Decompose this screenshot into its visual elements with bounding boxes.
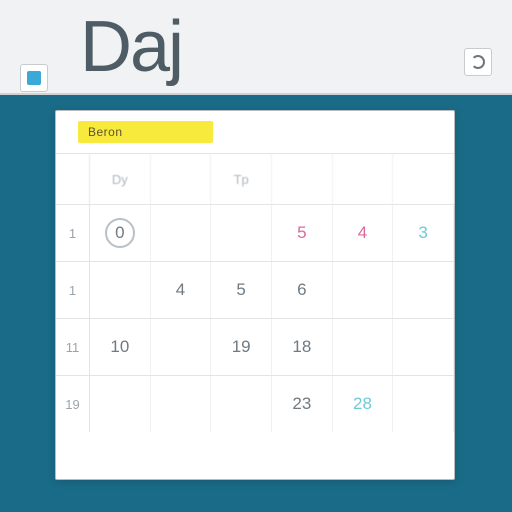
day-cell[interactable]: 23: [272, 376, 333, 432]
swatch-icon: [27, 71, 41, 85]
weekday-header: Dy: [90, 154, 151, 204]
day-cell[interactable]: 28: [333, 376, 394, 432]
weekday-header-row: Dy Tp: [56, 153, 454, 204]
week-number: 19: [56, 376, 90, 432]
header-spacer: [56, 154, 90, 204]
calendar-row: 1 0 5 4 3: [56, 204, 454, 261]
day-cell[interactable]: [151, 376, 212, 432]
calendar-banner: Beron: [56, 111, 454, 153]
day-cell[interactable]: 4: [151, 262, 212, 318]
today-marker: 0: [105, 218, 135, 248]
refresh-icon: [471, 55, 485, 69]
weekday-header: [393, 154, 454, 204]
banner-label[interactable]: Beron: [78, 121, 213, 143]
day-cell[interactable]: [333, 262, 394, 318]
day-cell[interactable]: 0: [90, 205, 151, 261]
weekday-header: [333, 154, 394, 204]
day-cell[interactable]: 6: [272, 262, 333, 318]
day-cell[interactable]: [90, 376, 151, 432]
calendar-window: Beron Dy Tp 1 0 5 4 3 1 4 5 6 11 10 19 1…: [55, 110, 455, 480]
color-swatch-button[interactable]: [20, 64, 48, 92]
day-cell[interactable]: [393, 262, 454, 318]
app-title: Daj: [80, 6, 182, 88]
day-cell[interactable]: [393, 376, 454, 432]
day-cell[interactable]: [333, 319, 394, 375]
calendar-row: 1 4 5 6: [56, 261, 454, 318]
day-cell[interactable]: 10: [90, 319, 151, 375]
day-cell[interactable]: [393, 319, 454, 375]
day-cell[interactable]: [211, 376, 272, 432]
app-header: Daj: [0, 0, 512, 95]
weekday-header: [151, 154, 212, 204]
day-cell[interactable]: [151, 319, 212, 375]
day-cell[interactable]: 4: [333, 205, 394, 261]
day-cell[interactable]: 19: [211, 319, 272, 375]
weekday-header: [272, 154, 333, 204]
day-cell[interactable]: [90, 262, 151, 318]
refresh-button[interactable]: [464, 48, 492, 76]
day-cell[interactable]: [151, 205, 212, 261]
calendar-row: 19 23 28: [56, 375, 454, 432]
day-cell[interactable]: 5: [272, 205, 333, 261]
week-number: 11: [56, 319, 90, 375]
day-cell[interactable]: 3: [393, 205, 454, 261]
day-cell[interactable]: [211, 205, 272, 261]
calendar-row: 11 10 19 18: [56, 318, 454, 375]
week-number: 1: [56, 205, 90, 261]
day-cell[interactable]: 18: [272, 319, 333, 375]
day-cell[interactable]: 5: [211, 262, 272, 318]
weekday-header: Tp: [211, 154, 272, 204]
week-number: 1: [56, 262, 90, 318]
